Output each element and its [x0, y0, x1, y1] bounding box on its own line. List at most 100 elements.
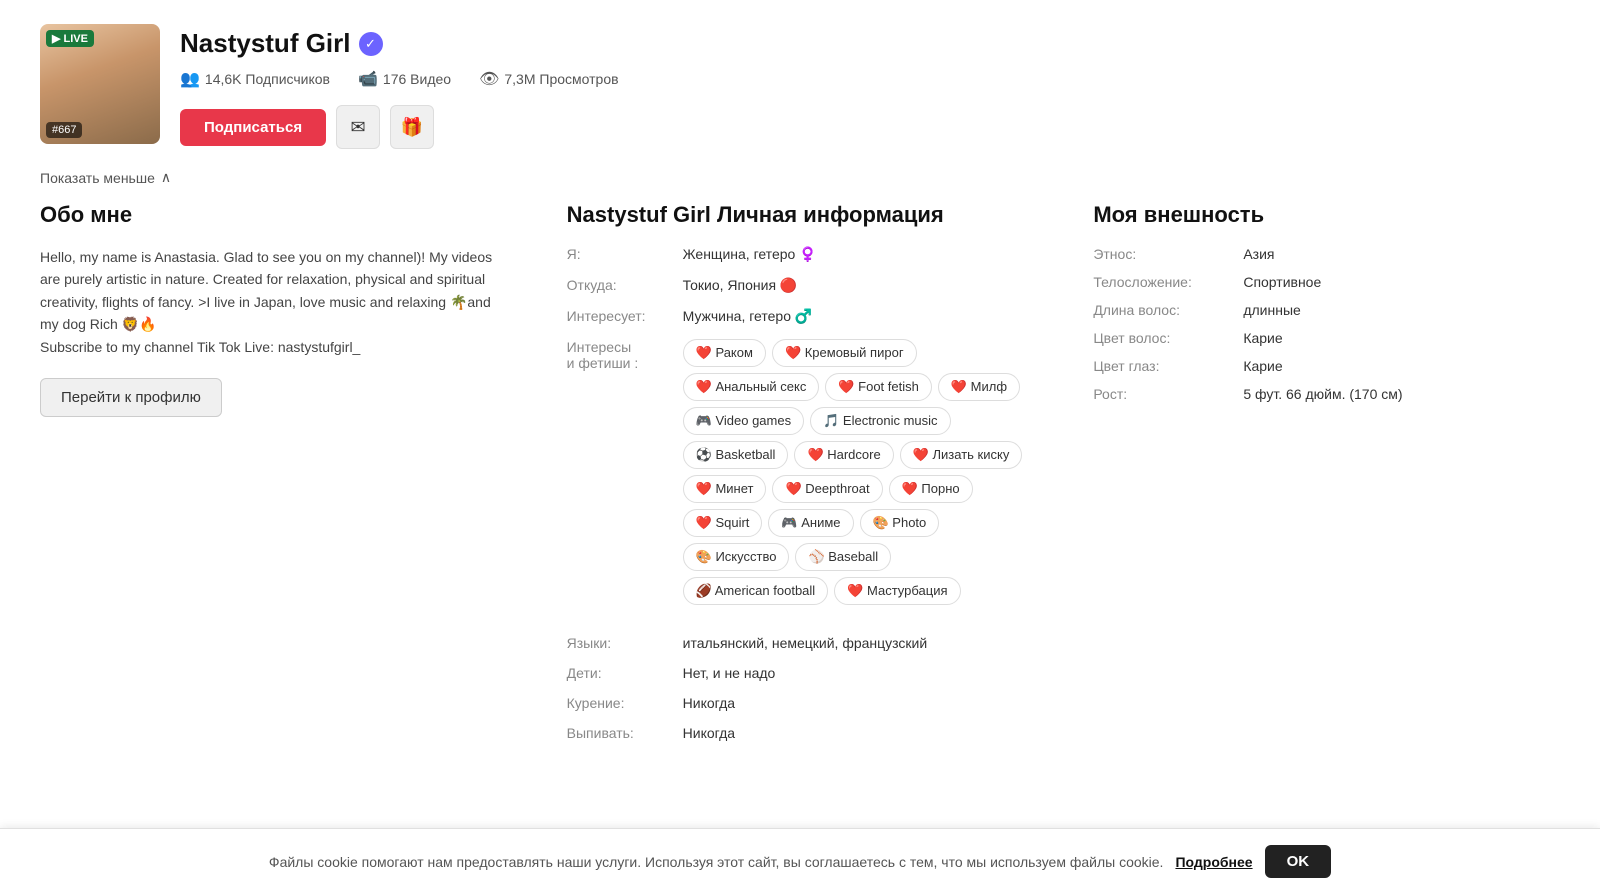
appearance-row: Рост: 5 фут. 66 дюйм. (170 см)	[1093, 386, 1560, 402]
profile-name: Nastystuf Girl	[180, 28, 351, 59]
children-row: Дети: Нет, и не надо	[567, 665, 1034, 681]
cookie-bar: Файлы cookie помогают нам предоставлять …	[0, 828, 1600, 894]
go-to-profile-button[interactable]: Перейти к профилю	[40, 378, 222, 417]
interest-tag: 🎵 Electronic music	[810, 407, 950, 435]
appearance-row: Цвет глаз: Карие	[1093, 358, 1560, 374]
drinking-label: Выпивать:	[567, 725, 667, 741]
tags-container: ❤️ Раком❤️ Кремовый пирог ❤️ Анальный сек…	[683, 339, 1034, 605]
appearance-title: Моя внешность	[1093, 202, 1560, 228]
profile-actions: Подписаться ✉ 🎁	[180, 105, 1560, 149]
cookie-text: Файлы cookie помогают нам предоставлять …	[269, 854, 1164, 870]
drinking-row: Выпивать: Никогда	[567, 725, 1034, 741]
about-text: Hello, my name is Anastasia. Glad to see…	[40, 246, 507, 358]
app-value: Спортивное	[1243, 274, 1321, 290]
drinking-value: Никогда	[683, 725, 735, 741]
cookie-link[interactable]: Подробнее	[1175, 854, 1252, 870]
info-row-interests: Интересы и фетиши : ❤️ Раком❤️ Кремовый …	[567, 339, 1034, 605]
app-value: Азия	[1243, 246, 1274, 262]
app-label: Цвет волос:	[1093, 330, 1233, 346]
interest-tag: ⚽ Basketball	[683, 441, 789, 469]
gift-button[interactable]: 🎁	[390, 105, 434, 149]
smoking-value: Никогда	[683, 695, 735, 711]
live-badge: ▶LIVE	[46, 30, 94, 47]
app-value: 5 фут. 66 дюйм. (170 см)	[1243, 386, 1402, 402]
main-content: Обо мне Hello, my name is Anastasia. Gla…	[0, 202, 1600, 619]
profile-name-row: Nastystuf Girl ✓	[180, 28, 1560, 59]
app-value: Карие	[1243, 358, 1282, 374]
info-row-from: Откуда: Токио, Япония 🔴	[567, 277, 1034, 294]
verified-icon: ✓	[359, 32, 383, 56]
app-label: Рост:	[1093, 386, 1233, 402]
smoking-label: Курение:	[567, 695, 667, 711]
children-label: Дети:	[567, 665, 667, 681]
interest-tag: ❤️ Лизать киску	[900, 441, 1023, 469]
app-value: Карие	[1243, 330, 1282, 346]
videos-stat: 📹 176 Видео	[358, 69, 451, 89]
app-value: длинные	[1243, 302, 1300, 318]
info-value-from: Токио, Япония 🔴	[683, 277, 798, 294]
interest-tag: ❤️ Милф	[938, 373, 1020, 401]
interest-tag: ❤️ Deepthroat	[772, 475, 882, 503]
appearance-row: Телосложение: Спортивное	[1093, 274, 1560, 290]
profile-stats: 👥 14,6K Подписчиков 📹 176 Видео 👁 7,3М П…	[180, 69, 1560, 89]
appearance-row: Этнос: Азия	[1093, 246, 1560, 262]
interest-tag: ❤️ Анальный секс	[683, 373, 820, 401]
interest-tag: ❤️ Кремовый пирог	[772, 339, 917, 367]
appearance-row: Длина волос: длинные	[1093, 302, 1560, 318]
info-label-interested: Интересует:	[567, 308, 667, 324]
cookie-ok-button[interactable]: OK	[1265, 845, 1332, 878]
languages-label: Языки:	[567, 635, 667, 651]
appearance-row: Цвет волос: Карие	[1093, 330, 1560, 346]
interest-tag: ⚾ Baseball	[795, 543, 891, 571]
interest-tag: ❤️ Squirt	[683, 509, 763, 537]
videos-icon: 📹	[358, 69, 378, 89]
profile-info: Nastystuf Girl ✓ 👥 14,6K Подписчиков 📹 1…	[180, 24, 1560, 149]
interest-tag: ❤️ Hardcore	[794, 441, 893, 469]
views-stat: 👁 7,3М Просмотров	[479, 69, 619, 89]
subscribers-stat: 👥 14,6K Подписчиков	[180, 69, 330, 89]
app-label: Цвет глаз:	[1093, 358, 1233, 374]
interest-tag: ❤️ Порно	[889, 475, 973, 503]
info-row-interested: Интересует: Мужчина, гетеро ♂️	[567, 308, 1034, 325]
interest-tag: 🏈 American football	[683, 577, 829, 605]
children-value: Нет, и не надо	[683, 665, 776, 681]
interest-tag: ❤️ Foot fetish	[825, 373, 932, 401]
languages-value: итальянский, немецкий, французский	[683, 635, 928, 651]
bottom-col-3	[1053, 635, 1560, 755]
app-label: Телосложение:	[1093, 274, 1233, 290]
bottom-col-2: Языки: итальянский, немецкий, французски…	[547, 635, 1054, 755]
info-value-ya: Женщина, гетеро ♀️	[683, 246, 817, 263]
info-value-interested: Мужчина, гетеро ♂️	[683, 308, 813, 325]
appearance-section: Моя внешность Этнос: Азия Телосложение: Спо…	[1053, 202, 1560, 619]
interest-tag: ❤️ Раком	[683, 339, 766, 367]
interest-tag: ❤️ Минет	[683, 475, 767, 503]
info-row-ya: Я: Женщина, гетеро ♀️	[567, 246, 1034, 263]
message-button[interactable]: ✉	[336, 105, 380, 149]
subscribers-icon: 👥	[180, 69, 200, 89]
interests-label: Интересы и фетиши :	[567, 339, 667, 371]
profile-header: ▶LIVE #667 Nastystuf Girl ✓ 👥 14,6K Подп…	[0, 0, 1600, 165]
show-less-row[interactable]: Показать меньше ∧	[0, 165, 1600, 202]
info-label-from: Откуда:	[567, 277, 667, 293]
views-icon: 👁	[479, 69, 499, 89]
bottom-info: Языки: итальянский, немецкий, французски…	[0, 619, 1600, 835]
languages-row: Языки: итальянский, немецкий, французски…	[567, 635, 1034, 651]
rank-badge: #667	[46, 122, 82, 138]
interest-tag: 🎮 Video games	[683, 407, 804, 435]
about-title: Обо мне	[40, 202, 507, 228]
bottom-col-1	[40, 635, 547, 755]
personal-info-title: Nastystuf Girl Личная информация	[567, 202, 1034, 228]
appearance-fields: Этнос: Азия Телосложение: Спортивное Длина в…	[1093, 246, 1560, 402]
subscribe-button[interactable]: Подписаться	[180, 109, 326, 146]
app-label: Длина волос:	[1093, 302, 1233, 318]
about-section: Обо мне Hello, my name is Anastasia. Gla…	[40, 202, 547, 619]
avatar-wrapper: ▶LIVE #667	[40, 24, 160, 144]
chevron-up-icon: ∧	[161, 169, 171, 186]
interest-tag: ❤️ Мастурбация	[834, 577, 960, 605]
app-label: Этнос:	[1093, 246, 1233, 262]
info-label-ya: Я:	[567, 246, 667, 262]
interest-tag: 🎨 Photo	[860, 509, 940, 537]
smoking-row: Курение: Никогда	[567, 695, 1034, 711]
personal-info-section: Nastystuf Girl Личная информация Я: Женщ…	[547, 202, 1054, 619]
interest-tag: 🎨 Искусство	[683, 543, 790, 571]
